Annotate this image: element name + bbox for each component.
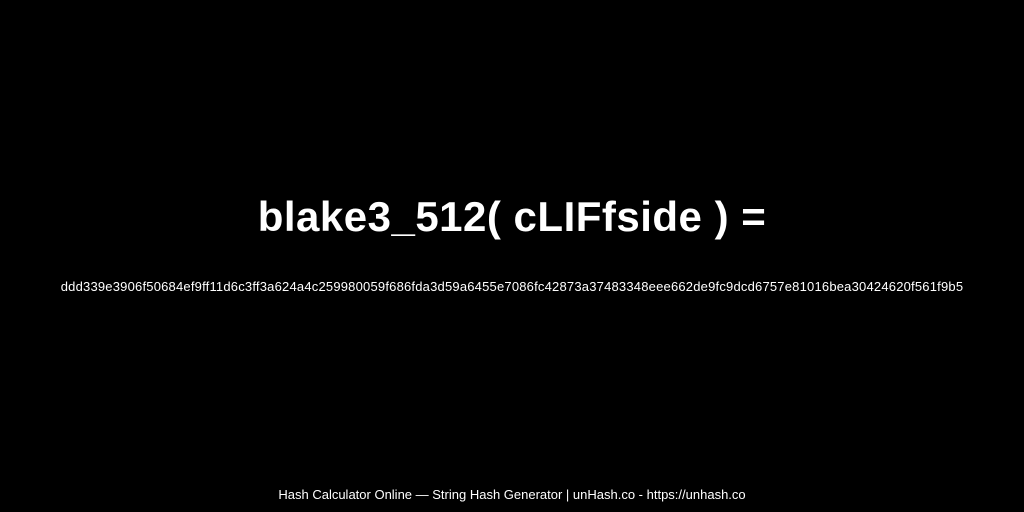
hash-expression-title: blake3_512( cLIFfside ) = xyxy=(258,193,767,241)
hash-value-output: ddd339e3906f50684ef9ff11d6c3ff3a624a4c25… xyxy=(61,279,964,294)
main-content: blake3_512( cLIFfside ) = ddd339e3906f50… xyxy=(0,0,1024,487)
footer-text: Hash Calculator Online — String Hash Gen… xyxy=(0,487,1024,512)
